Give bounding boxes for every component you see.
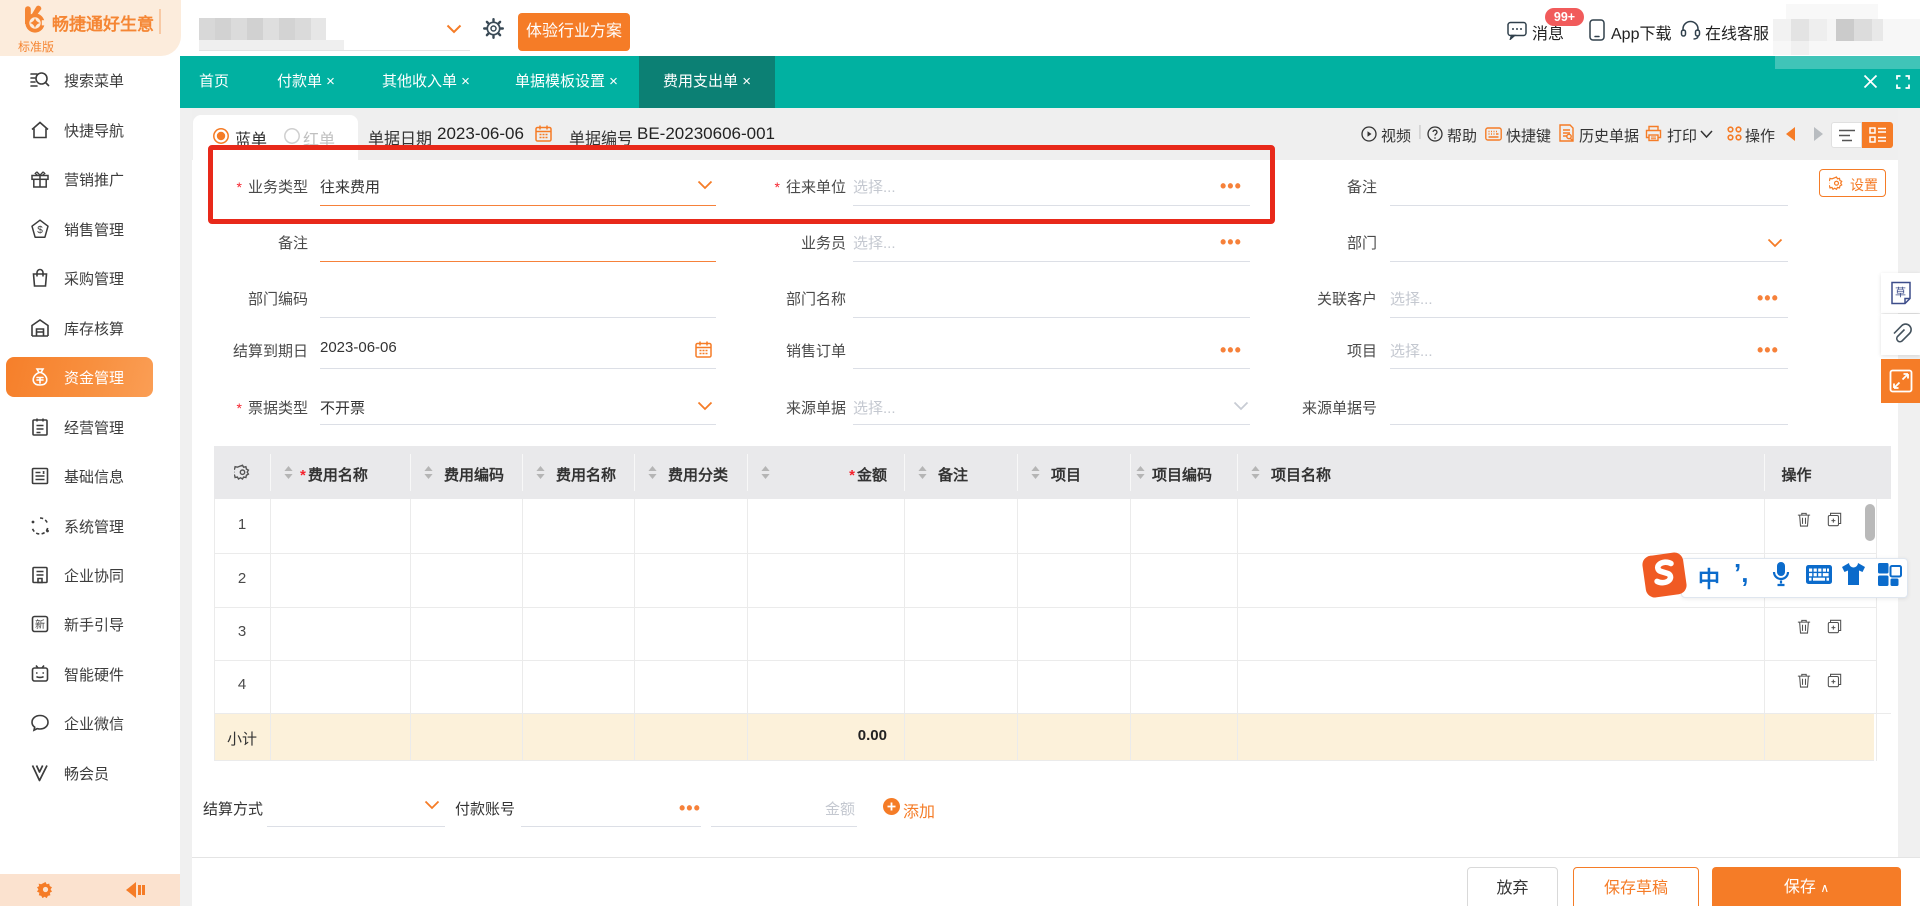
svg-text:新: 新	[35, 618, 45, 631]
svg-text:草: 草	[1895, 286, 1906, 299]
svg-text:$: $	[37, 225, 43, 236]
